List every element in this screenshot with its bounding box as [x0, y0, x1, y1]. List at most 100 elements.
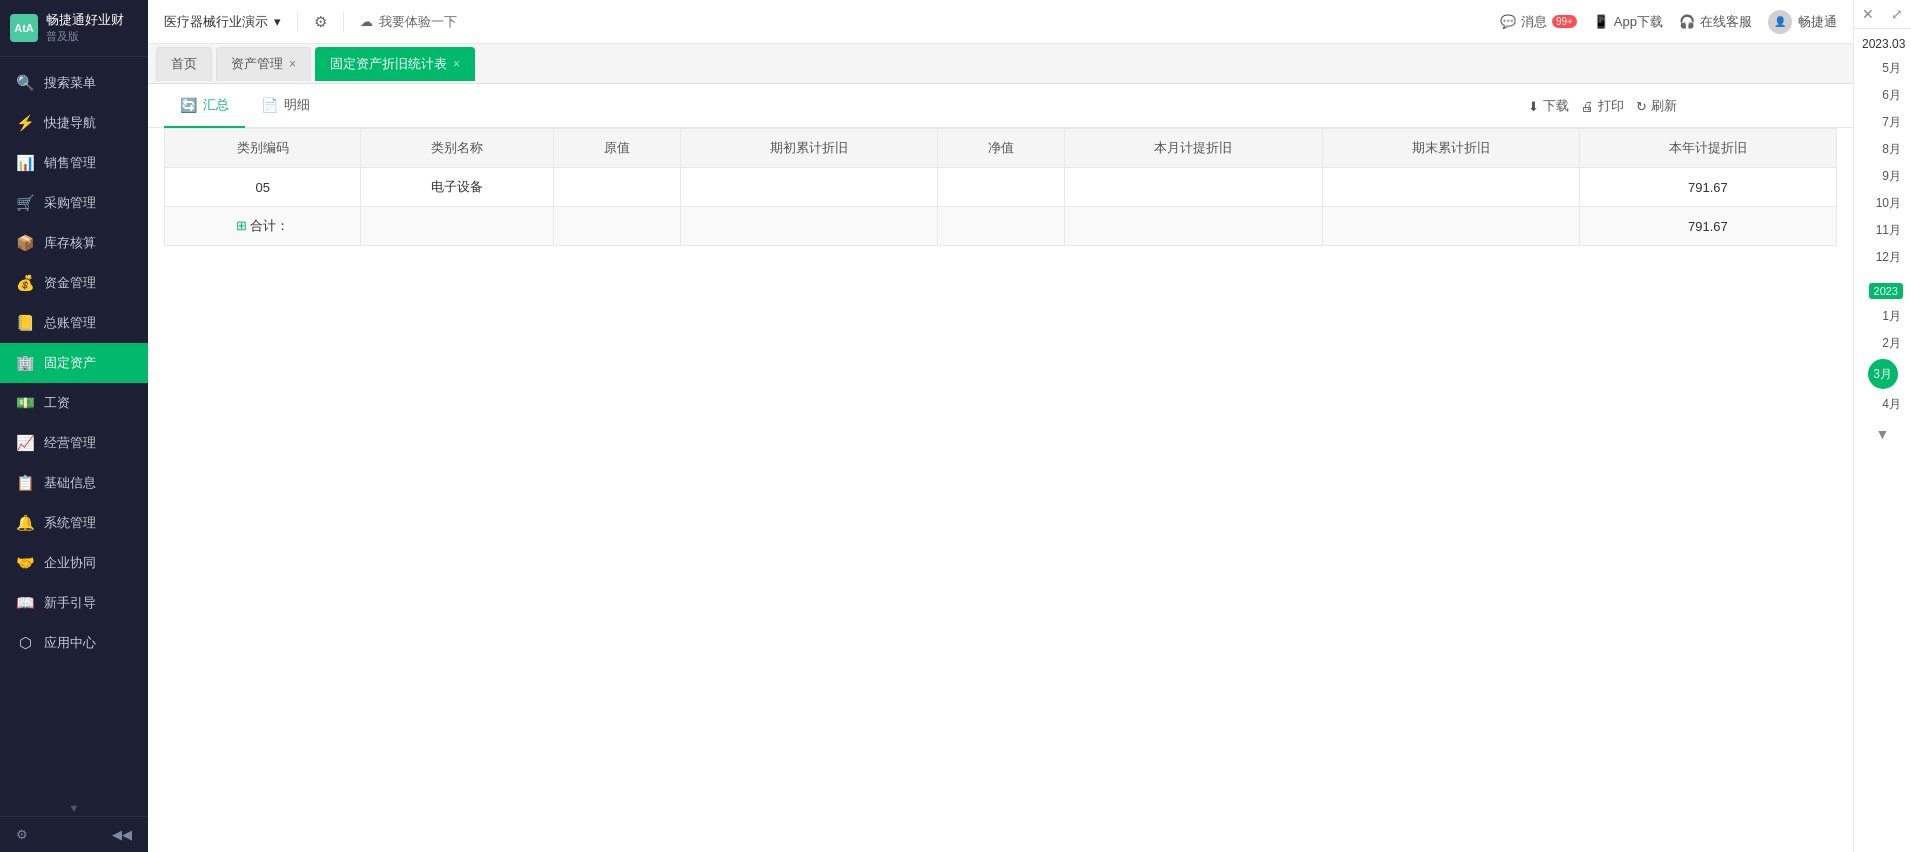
summary-opening-dep [680, 207, 937, 246]
cell-name: 电子设备 [361, 168, 553, 207]
sidebar-item-guide[interactable]: 📖 新手引导 [0, 583, 148, 623]
sub-tab-summary[interactable]: 🔄 汇总 [164, 84, 245, 128]
month-10[interactable]: 10月 [1854, 190, 1911, 217]
panel-nav-down[interactable]: ▼ [1872, 422, 1894, 446]
month-12[interactable]: 12月 [1854, 244, 1911, 271]
sub-tab-detail-label: 明细 [284, 96, 310, 114]
cell-opening-dep [680, 168, 937, 207]
col-original-value: 原值 [553, 129, 680, 168]
month-8[interactable]: 8月 [1854, 136, 1911, 163]
month-6[interactable]: 6月 [1854, 82, 1911, 109]
right-panel-expand-icon[interactable]: ⤢ [1891, 6, 1903, 22]
download-label: 下载 [1543, 97, 1569, 115]
sidebar-item-fixed-assets[interactable]: 🏢 固定资产 [0, 343, 148, 383]
col-closing-dep: 期末累计折旧 [1322, 129, 1579, 168]
basic-info-icon: 📋 [16, 474, 34, 492]
experience-btn[interactable]: ☁ 我要体验一下 [360, 13, 457, 31]
cell-net-value [938, 168, 1065, 207]
month-7[interactable]: 7月 [1854, 109, 1911, 136]
download-btn[interactable]: ⬇ 下载 [1528, 97, 1569, 115]
tab-depreciation-report[interactable]: 固定资产折旧统计表 × [315, 47, 475, 81]
sidebar-item-label: 库存核算 [44, 234, 96, 252]
month-2[interactable]: 2月 [1854, 330, 1911, 357]
sidebar-item-ledger[interactable]: 📒 总账管理 [0, 303, 148, 343]
sub-tab-detail[interactable]: 📄 明细 [245, 84, 326, 128]
depreciation-table: 类别编码 类别名称 原值 期初累计折旧 净值 本月计提折旧 期末累计折旧 本年计… [164, 128, 1837, 246]
sidebar-item-payroll[interactable]: 💵 工资 [0, 383, 148, 423]
topbar-settings-icon[interactable]: ⚙ [314, 13, 327, 31]
cell-monthly-dep [1065, 168, 1322, 207]
app-center-icon: ⬡ [16, 634, 34, 652]
cell-annual-dep: 791.67 [1579, 168, 1836, 207]
sidebar-item-corp-collab[interactable]: 🤝 企业协同 [0, 543, 148, 583]
sidebar-item-label: 搜索菜单 [44, 74, 96, 92]
sidebar-item-label: 工资 [44, 394, 70, 412]
sidebar-item-label: 快捷导航 [44, 114, 96, 132]
sub-tab-summary-label: 汇总 [203, 96, 229, 114]
tab-asset-mgmt-label: 资产管理 [231, 55, 283, 73]
sidebar-item-sys-mgmt[interactable]: 🔔 系统管理 [0, 503, 148, 543]
month-9[interactable]: 9月 [1854, 163, 1911, 190]
sidebar-item-app-center[interactable]: ⬡ 应用中心 [0, 623, 148, 663]
sidebar-item-inventory[interactable]: 📦 库存核算 [0, 223, 148, 263]
customer-service-btn[interactable]: 🎧 在线客服 [1679, 13, 1752, 31]
messages-icon: 💬 [1500, 14, 1516, 29]
tab-depreciation-label: 固定资产折旧统计表 [330, 55, 447, 73]
sidebar-item-quick-nav[interactable]: ⚡ 快捷导航 [0, 103, 148, 143]
scroll-down-icon: ▼ [69, 802, 80, 814]
cloud-icon: ☁ [360, 14, 373, 29]
settings-icon[interactable]: ⚙ [16, 827, 28, 842]
cell-original-value [553, 168, 680, 207]
app-download-label: App下载 [1614, 13, 1663, 31]
summary-original-value [553, 207, 680, 246]
refresh-btn[interactable]: ↻ 刷新 [1636, 97, 1677, 115]
month-4[interactable]: 4月 [1854, 391, 1911, 418]
chevron-down-icon: ▾ [274, 14, 281, 29]
tab-home-label: 首页 [171, 55, 197, 73]
col-name: 类别名称 [361, 129, 553, 168]
sidebar-item-ops[interactable]: 📈 经营管理 [0, 423, 148, 463]
col-monthly-dep: 本月计提折旧 [1065, 129, 1322, 168]
inventory-icon: 📦 [16, 234, 34, 252]
messages-label: 消息 [1521, 13, 1547, 31]
topbar: 医疗器械行业演示 ▾ ⚙ ☁ 我要体验一下 💬 消息 99+ 📱 App下载 🎧… [148, 0, 1853, 44]
tab-home[interactable]: 首页 [156, 47, 212, 81]
month-11[interactable]: 11月 [1854, 217, 1911, 244]
year-section-past: 2023.03 5月 6月 7月 8月 9月 10月 11月 12月 [1854, 29, 1911, 275]
month-3-active[interactable]: 3月 [1868, 359, 1898, 389]
sidebar-item-search[interactable]: 🔍 搜索菜单 [0, 63, 148, 103]
col-opening-dep: 期初累计折旧 [680, 129, 937, 168]
summary-monthly-dep [1065, 207, 1322, 246]
company-selector[interactable]: 医疗器械行业演示 ▾ [164, 13, 281, 31]
month-5[interactable]: 5月 [1854, 55, 1911, 82]
sidebar-item-funds[interactable]: 💰 资金管理 [0, 263, 148, 303]
cell-closing-dep [1322, 168, 1579, 207]
right-panel-header: ✕ ⤢ [1854, 0, 1911, 29]
sidebar-item-basic-info[interactable]: 📋 基础信息 [0, 463, 148, 503]
tabbar: 首页 资产管理 × 固定资产折旧统计表 × [148, 44, 1853, 84]
payroll-icon: 💵 [16, 394, 34, 412]
sidebar-item-label: 销售管理 [44, 154, 96, 172]
experience-label: 我要体验一下 [379, 13, 457, 31]
user-menu[interactable]: 👤 畅捷通 [1768, 10, 1837, 34]
purchase-icon: 🛒 [16, 194, 34, 212]
print-btn[interactable]: 🖨 打印 [1581, 97, 1624, 115]
app-download-btn[interactable]: 📱 App下载 [1593, 13, 1663, 31]
corp-collab-icon: 🤝 [16, 554, 34, 572]
month-1[interactable]: 1月 [1854, 303, 1911, 330]
sum-icon: ⊞ [236, 218, 247, 233]
funds-icon: 💰 [16, 274, 34, 292]
refresh-icon: ↻ [1636, 99, 1647, 114]
collapse-icon[interactable]: ◀◀ [112, 827, 132, 842]
messages-btn[interactable]: 💬 消息 99+ [1500, 13, 1577, 31]
tab-asset-mgmt[interactable]: 资产管理 × [216, 47, 311, 81]
sidebar-item-label: 应用中心 [44, 634, 96, 652]
year-tag-2023: 2023 [1869, 283, 1903, 299]
tab-depreciation-close[interactable]: × [453, 58, 460, 70]
app-download-icon: 📱 [1593, 14, 1609, 29]
tab-asset-mgmt-close[interactable]: × [289, 58, 296, 70]
sidebar-item-purchase[interactable]: 🛒 采购管理 [0, 183, 148, 223]
topbar-divider [297, 12, 298, 32]
right-panel-close-icon[interactable]: ✕ [1862, 6, 1874, 22]
sidebar-item-sales[interactable]: 📊 销售管理 [0, 143, 148, 183]
